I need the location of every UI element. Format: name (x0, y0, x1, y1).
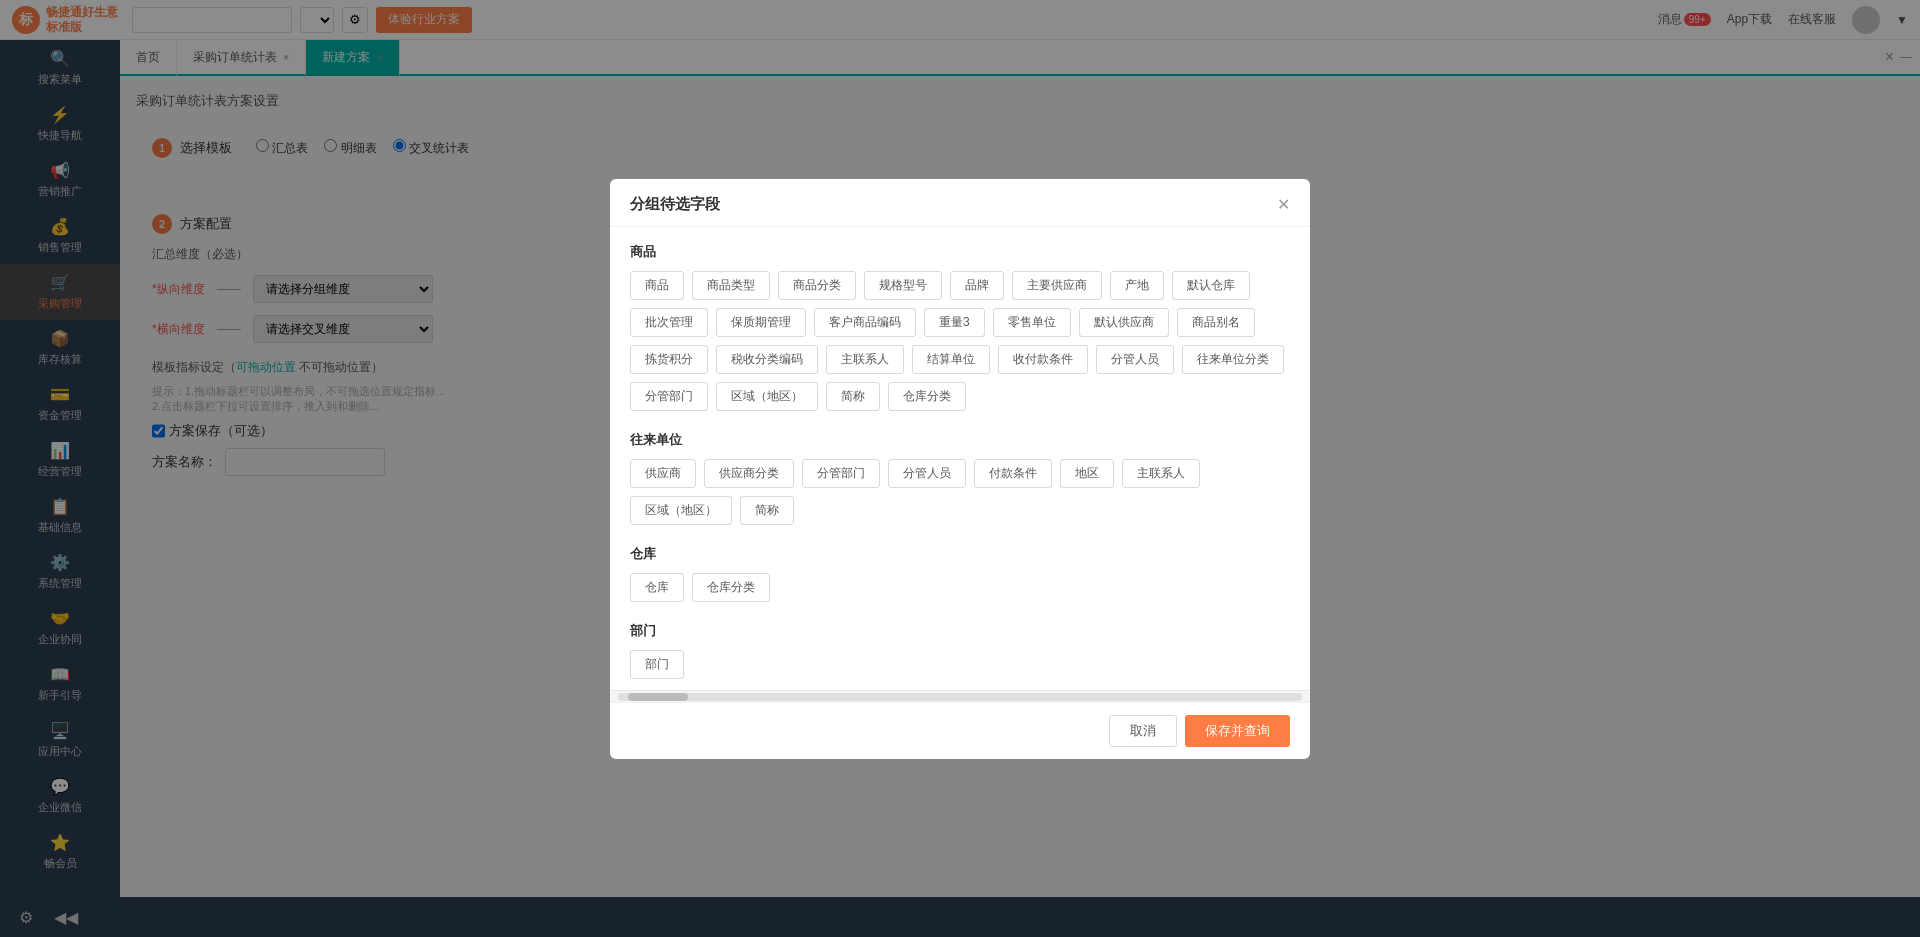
field-tag-product-7[interactable]: 默认仓库 (1172, 271, 1250, 300)
field-tag-product-10[interactable]: 客户商品编码 (814, 308, 916, 337)
field-tag-product-1[interactable]: 商品类型 (692, 271, 770, 300)
modal-body[interactable]: 商品 商品 商品类型 商品分类 规格型号 品牌 主要供应商 产地 默认仓库 批次… (610, 227, 1310, 521)
field-tag-product-19[interactable]: 收付款条件 (998, 345, 1088, 374)
field-tag-product-14[interactable]: 商品别名 (1177, 308, 1255, 337)
field-tag-product-12[interactable]: 零售单位 (993, 308, 1071, 337)
modal-title: 分组待选字段 (630, 195, 720, 214)
field-tag-product-16[interactable]: 税收分类编码 (716, 345, 818, 374)
field-tag-product-20[interactable]: 分管人员 (1096, 345, 1174, 374)
modal-close-button[interactable]: ✕ (1277, 195, 1290, 214)
field-group-product: 商品 商品 商品类型 商品分类 规格型号 品牌 主要供应商 产地 默认仓库 批次… (630, 243, 1290, 411)
field-tag-product-22[interactable]: 分管部门 (630, 382, 708, 411)
field-tag-partner-1[interactable]: 供应商分类 (704, 459, 794, 488)
field-tag-product-6[interactable]: 产地 (1110, 271, 1164, 300)
field-tags-product: 商品 商品类型 商品分类 规格型号 品牌 主要供应商 产地 默认仓库 批次管理 … (630, 271, 1290, 411)
field-tag-partner-6[interactable]: 主联系人 (1122, 459, 1200, 488)
modal-dialog: 分组待选字段 ✕ 商品 商品 商品类型 商品分类 规格型号 品牌 主要供应商 产… (610, 179, 1310, 521)
field-tag-product-18[interactable]: 结算单位 (912, 345, 990, 374)
field-tag-partner-3[interactable]: 分管人员 (888, 459, 966, 488)
field-tag-product-24[interactable]: 简称 (826, 382, 880, 411)
field-tag-product-9[interactable]: 保质期管理 (716, 308, 806, 337)
field-tag-product-25[interactable]: 仓库分类 (888, 382, 966, 411)
field-tag-product-8[interactable]: 批次管理 (630, 308, 708, 337)
field-tag-product-0[interactable]: 商品 (630, 271, 684, 300)
field-group-partner-title: 往来单位 (630, 431, 1290, 449)
field-tags-partner: 供应商 供应商分类 分管部门 分管人员 付款条件 地区 主联系人 区域（地区） … (630, 459, 1290, 521)
field-tag-product-3[interactable]: 规格型号 (864, 271, 942, 300)
field-tag-product-15[interactable]: 拣货积分 (630, 345, 708, 374)
field-tag-partner-8[interactable]: 简称 (740, 496, 794, 521)
field-tag-product-11[interactable]: 重量3 (924, 308, 985, 337)
field-tag-product-17[interactable]: 主联系人 (826, 345, 904, 374)
field-tag-product-23[interactable]: 区域（地区） (716, 382, 818, 411)
field-tag-partner-0[interactable]: 供应商 (630, 459, 696, 488)
modal-header: 分组待选字段 ✕ (610, 179, 1310, 227)
field-tag-product-2[interactable]: 商品分类 (778, 271, 856, 300)
field-tag-partner-4[interactable]: 付款条件 (974, 459, 1052, 488)
field-group-product-title: 商品 (630, 243, 1290, 261)
field-group-partner: 往来单位 供应商 供应商分类 分管部门 分管人员 付款条件 地区 主联系人 区域… (630, 431, 1290, 521)
field-tag-partner-7[interactable]: 区域（地区） (630, 496, 732, 521)
field-tag-partner-5[interactable]: 地区 (1060, 459, 1114, 488)
field-tag-partner-2[interactable]: 分管部门 (802, 459, 880, 488)
field-tag-product-5[interactable]: 主要供应商 (1012, 271, 1102, 300)
field-tag-product-21[interactable]: 往来单位分类 (1182, 345, 1284, 374)
field-tag-product-13[interactable]: 默认供应商 (1079, 308, 1169, 337)
field-tag-product-4[interactable]: 品牌 (950, 271, 1004, 300)
modal-overlay: 分组待选字段 ✕ 商品 商品 商品类型 商品分类 规格型号 品牌 主要供应商 产… (0, 0, 1920, 520)
